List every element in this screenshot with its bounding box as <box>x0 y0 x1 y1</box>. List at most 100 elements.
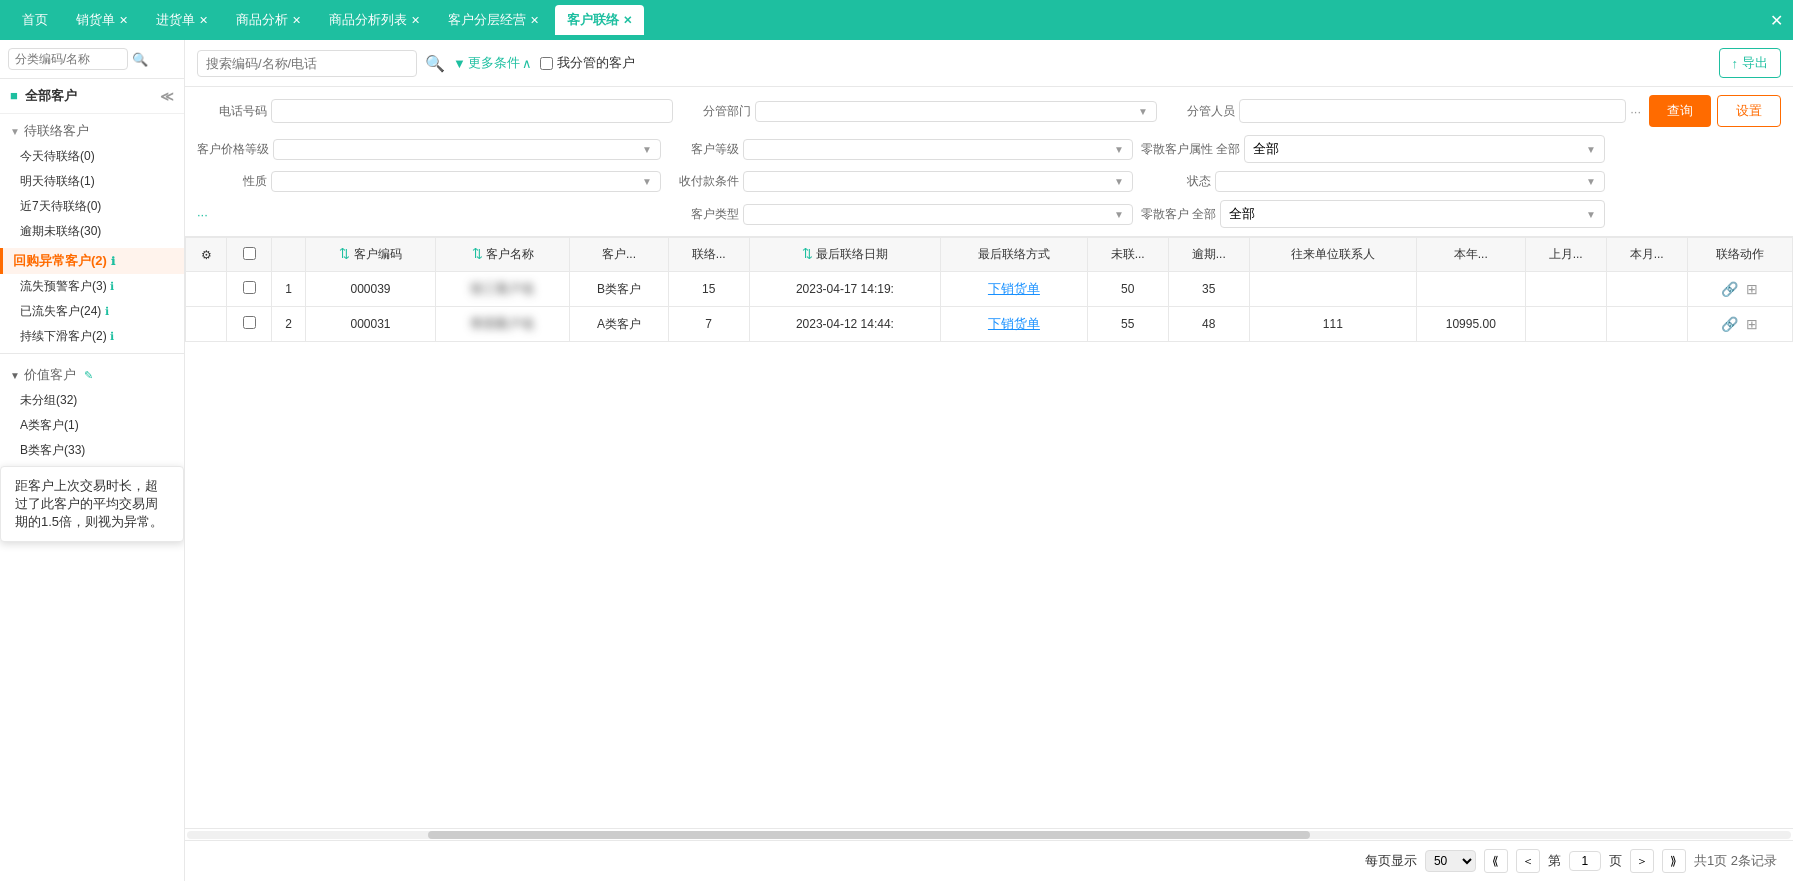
settings-col-header[interactable]: ⚙ <box>186 238 227 272</box>
sidebar-item-class-a[interactable]: A类客户(1) <box>0 413 184 438</box>
close-product-analysis-tab[interactable]: ✕ <box>292 14 301 27</box>
edit-icon[interactable]: ✎ <box>84 369 93 382</box>
customer-name-col-header[interactable]: ⇅ 客户名称 <box>435 238 569 272</box>
next-page-button[interactable]: ＞ <box>1630 849 1654 873</box>
sidebar-item-class-b[interactable]: B类客户(33) <box>0 438 184 463</box>
last-month-col-header[interactable]: 上月... <box>1525 238 1606 272</box>
close-product-list-tab[interactable]: ✕ <box>411 14 420 27</box>
person-input[interactable] <box>1239 99 1626 123</box>
not-contact-col-header[interactable]: 未联... <box>1087 238 1168 272</box>
horizontal-scroll[interactable] <box>185 828 1793 840</box>
dept-select[interactable]: ▼ <box>755 101 1157 122</box>
contact-method-link[interactable]: 下销货单 <box>988 281 1040 296</box>
checkbox-cell[interactable] <box>227 307 272 342</box>
unit-contact-cell: 111 <box>1249 307 1416 342</box>
group-triangle-icon: ▼ <box>10 126 20 137</box>
last-contact-date-cell: 2023-04-12 14:44: <box>749 307 940 342</box>
price-level-select[interactable]: ▼ <box>273 139 661 160</box>
page-end-label: 页 <box>1609 852 1622 870</box>
grid-action-icon[interactable]: ⊞ <box>1746 316 1758 332</box>
contact-method-link[interactable]: 下销货单 <box>988 316 1040 331</box>
data-table: ⚙ ⇅ 客户编码 ⇅ 客户名称 客户... 联络... ⇅ 最后联络日期 <box>185 237 1793 342</box>
scroll-thumb[interactable] <box>428 831 1310 839</box>
settings-button[interactable]: 设置 <box>1717 95 1781 127</box>
customer-type-cell: B类客户 <box>570 272 668 307</box>
close-sales-tab[interactable]: ✕ <box>119 14 128 27</box>
select-all-checkbox[interactable] <box>243 247 256 260</box>
row-checkbox[interactable] <box>243 316 256 329</box>
nav-tab-customer-contact[interactable]: 客户联络 ✕ <box>555 5 644 35</box>
last-contact-date-col-header[interactable]: ⇅ 最后联络日期 <box>749 238 940 272</box>
nav-tab-home[interactable]: 首页 <box>10 5 60 35</box>
sidebar-item-overdue[interactable]: 逾期未联络(30) <box>0 219 184 244</box>
sidebar-item-7days[interactable]: 近7天待联络(0) <box>0 194 184 219</box>
page-number-input[interactable] <box>1569 851 1601 871</box>
sidebar-group-pending-title[interactable]: ▼ 待联络客户 <box>0 118 184 144</box>
sidebar-item-churn-warning[interactable]: 流失预警客户(3) ℹ <box>0 274 184 299</box>
search-button[interactable]: 🔍 <box>425 54 445 73</box>
payment-select[interactable]: ▼ <box>743 171 1133 192</box>
more-conditions-button[interactable]: ▼ 更多条件 ∧ <box>453 54 532 72</box>
sidebar-group-value-title[interactable]: ▼ 价值客户 ✎ <box>0 362 184 388</box>
link-action-icon[interactable]: 🔗 <box>1721 281 1738 297</box>
sidebar-search-input[interactable] <box>8 48 128 70</box>
customer-level-select[interactable]: ▼ <box>743 139 1133 160</box>
search-input[interactable] <box>197 50 417 77</box>
customer-name-sort-icon: ⇅ <box>472 246 483 261</box>
this-month-col-header[interactable]: 本月... <box>1606 238 1687 272</box>
close-window-icon[interactable]: ✕ <box>1770 11 1783 30</box>
toolbar: 🔍 ▼ 更多条件 ∧ 我分管的客户 ↑ 导出 <box>185 40 1793 87</box>
unit-contact-col-header[interactable]: 往来单位联系人 <box>1249 238 1416 272</box>
sidebar: 🔍 ■ 全部客户 ≪ ▼ 待联络客户 今天待联络(0) 明天待联络(1) 近7天… <box>0 40 185 881</box>
sidebar-item-tomorrow[interactable]: 明天待联络(1) <box>0 169 184 194</box>
overdue-col-header[interactable]: 逾期... <box>1168 238 1249 272</box>
nav-tab-purchase[interactable]: 进货单 ✕ <box>144 5 220 35</box>
sidebar-all-customers[interactable]: ■ 全部客户 ≪ <box>0 79 184 114</box>
nav-tab-product-analysis[interactable]: 商品分析 ✕ <box>224 5 313 35</box>
retail-customer-select[interactable]: 全部 ▼ <box>1220 200 1605 228</box>
checkbox-col-header[interactable] <box>227 238 272 272</box>
close-purchase-tab[interactable]: ✕ <box>199 14 208 27</box>
grid-action-icon[interactable]: ⊞ <box>1746 281 1758 297</box>
filter-retail-customer: 零散客户 全部 全部 ▼ <box>1141 200 1605 228</box>
more-dots-icon[interactable]: ··· <box>1630 104 1641 119</box>
per-page-select[interactable]: 50 100 <box>1425 850 1476 872</box>
sidebar-item-declining[interactable]: 持续下滑客户(2) ℹ <box>0 324 184 349</box>
contact-col-header[interactable]: 联络... <box>668 238 749 272</box>
more-dots-button[interactable]: ··· <box>197 207 208 222</box>
sidebar-item-churned[interactable]: 已流失客户(24) ℹ <box>0 299 184 324</box>
sidebar-item-ungrouped[interactable]: 未分组(32) <box>0 388 184 413</box>
nav-tab-customer-layered[interactable]: 客户分层经营 ✕ <box>436 5 551 35</box>
tooltip: 距客户上次交易时长，超过了此客户的平均交易周期的1.5倍，则视为异常。 <box>0 466 184 542</box>
my-customers-checkbox[interactable] <box>540 57 553 70</box>
close-customer-contact-tab[interactable]: ✕ <box>623 14 632 27</box>
overdue-cell: 48 <box>1168 307 1249 342</box>
this-year-col-header[interactable]: 本年... <box>1416 238 1525 272</box>
sidebar-search-icon[interactable]: 🔍 <box>132 52 148 67</box>
pagination: 每页显示 50 100 ⟪ ＜ 第 页 ＞ ⟫ 共1页 2条记录 <box>185 840 1793 881</box>
last-page-button[interactable]: ⟫ <box>1662 849 1686 873</box>
sidebar-item-repurchase-abnormal[interactable]: 回购异常客户(2) ℹ <box>0 248 184 274</box>
checkbox-cell[interactable] <box>227 272 272 307</box>
status-select[interactable]: ▼ <box>1215 171 1605 192</box>
customer-type-select[interactable]: ▼ <box>743 204 1133 225</box>
customer-type-col-header[interactable]: 客户... <box>570 238 668 272</box>
nav-tab-product-list[interactable]: 商品分析列表 ✕ <box>317 5 432 35</box>
phone-input[interactable] <box>271 99 673 123</box>
query-button[interactable]: 查询 <box>1649 95 1711 127</box>
prev-page-button[interactable]: ＜ <box>1516 849 1540 873</box>
first-page-button[interactable]: ⟪ <box>1484 849 1508 873</box>
dept-label: 分管部门 <box>681 103 751 120</box>
nature-select[interactable]: ▼ <box>271 171 661 192</box>
sidebar-collapse-icon[interactable]: ≪ <box>160 89 174 104</box>
row-checkbox[interactable] <box>243 281 256 294</box>
close-customer-layered-tab[interactable]: ✕ <box>530 14 539 27</box>
sidebar-item-today[interactable]: 今天待联络(0) <box>0 144 184 169</box>
export-button[interactable]: ↑ 导出 <box>1719 48 1782 78</box>
customer-code-col-header[interactable]: ⇅ 客户编码 <box>306 238 436 272</box>
retail-attr-select[interactable]: 全部 ▼ <box>1244 135 1605 163</box>
last-contact-method-col-header[interactable]: 最后联络方式 <box>941 238 1088 272</box>
link-action-icon[interactable]: 🔗 <box>1721 316 1738 332</box>
nav-tab-sales[interactable]: 销货单 ✕ <box>64 5 140 35</box>
action-icons: 🔗 ⊞ <box>1694 316 1786 332</box>
